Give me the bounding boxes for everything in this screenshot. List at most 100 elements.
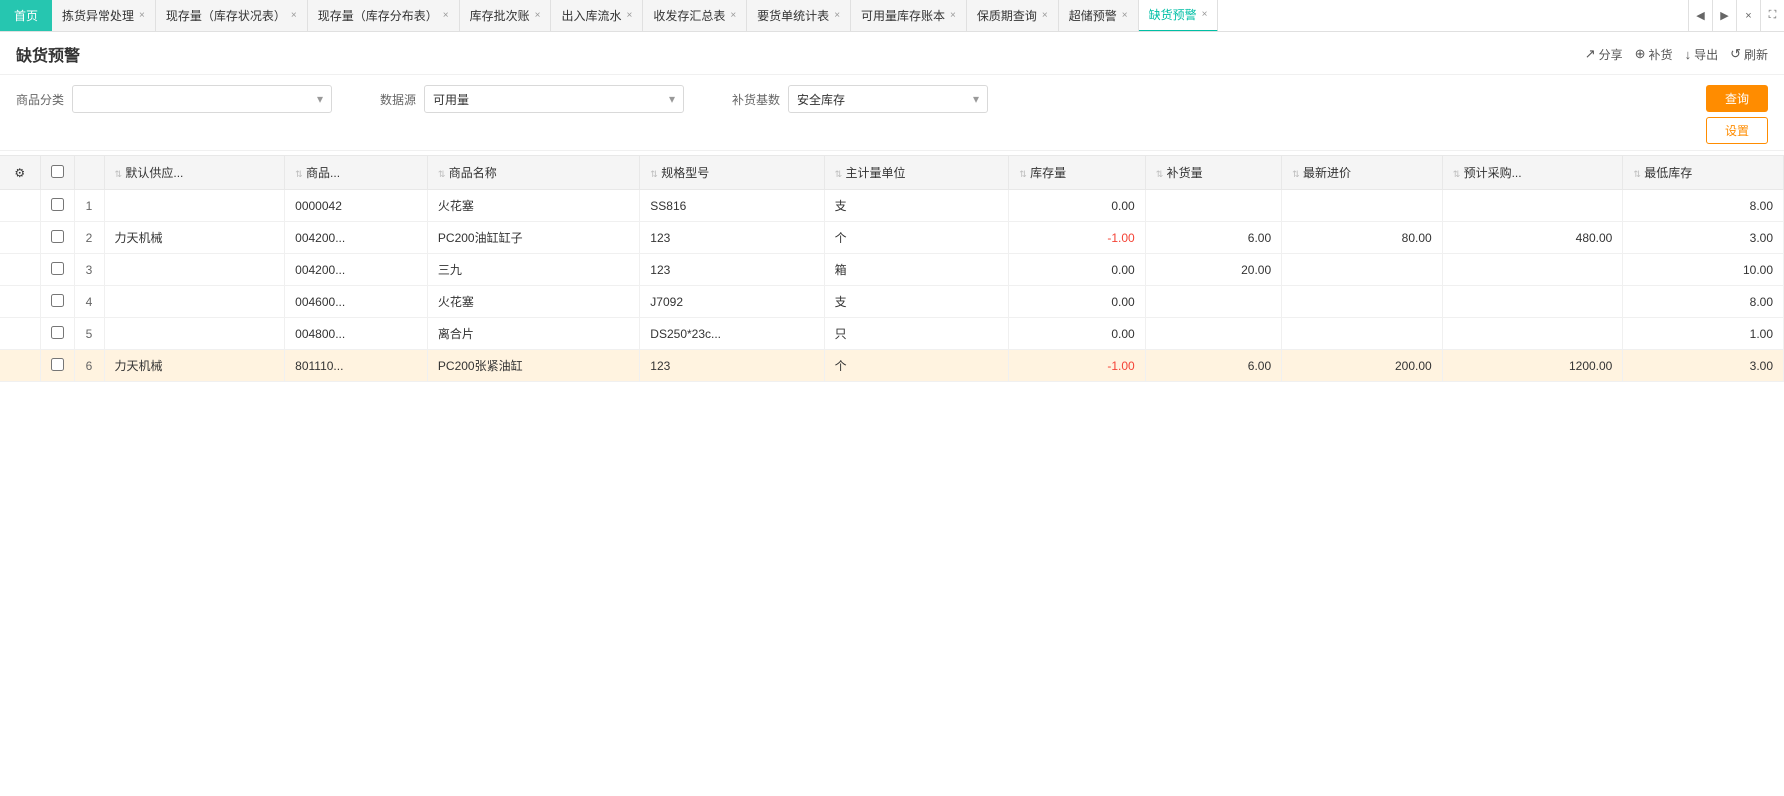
row-settings bbox=[0, 222, 40, 254]
tab-pick-error[interactable]: 拣货异常处理× bbox=[52, 0, 156, 32]
table-row: 2 力天机械 004200... PC200油缸缸子 123 个 -1.00 6… bbox=[0, 222, 1784, 254]
sort-icon: ⇅ bbox=[438, 169, 446, 179]
row-number: 4 bbox=[74, 286, 104, 318]
row-checkbox bbox=[40, 318, 74, 350]
tab-maximize-btn[interactable]: ⛶ bbox=[1760, 0, 1784, 32]
tab-close-icon[interactable]: × bbox=[950, 10, 956, 21]
row-checkbox bbox=[40, 350, 74, 382]
row-select-checkbox[interactable] bbox=[51, 358, 64, 371]
cell-latest-price bbox=[1282, 190, 1443, 222]
tab-close-icon[interactable]: × bbox=[730, 10, 736, 21]
tab-close-icon[interactable]: × bbox=[1202, 9, 1208, 20]
cell-product-name: 三九 bbox=[427, 254, 639, 286]
tab-close-icon[interactable]: × bbox=[1042, 10, 1048, 21]
cell-estimated-purchase: 480.00 bbox=[1442, 222, 1623, 254]
cell-stock: 0.00 bbox=[1009, 318, 1145, 350]
datasource-arrow-icon: ▾ bbox=[669, 92, 675, 106]
tab-recv-summary[interactable]: 收发存汇总表× bbox=[643, 0, 747, 32]
page-container: 缺货预警 ↗ 分享 ⊕ 补货 ↓ 导出 ↺ 刷新 商品分类 bbox=[0, 32, 1784, 796]
cell-product-code: 004600... bbox=[285, 286, 428, 318]
category-select[interactable]: ▾ bbox=[72, 85, 332, 113]
tab-close-icon[interactable]: × bbox=[443, 10, 449, 21]
tab-stock-flow[interactable]: 出入库流水× bbox=[551, 0, 643, 32]
cell-min-stock: 8.00 bbox=[1623, 286, 1784, 318]
tab-close-icon[interactable]: × bbox=[535, 10, 541, 21]
row-settings bbox=[0, 350, 40, 382]
replenish-base-label: 补货基数 bbox=[732, 91, 780, 108]
tab-stock-status[interactable]: 现存量（库存状况表）× bbox=[156, 0, 308, 32]
sort-icon: ⇅ bbox=[1292, 169, 1300, 179]
tab-order-stat[interactable]: 要货单统计表× bbox=[747, 0, 851, 32]
select-all-checkbox[interactable] bbox=[51, 165, 64, 178]
sort-icon: ⇅ bbox=[115, 169, 123, 179]
sort-icon: ⇅ bbox=[1453, 169, 1461, 179]
row-select-checkbox[interactable] bbox=[51, 294, 64, 307]
cell-unit: 个 bbox=[824, 222, 1009, 254]
col-default-supplier: ⇅ 默认供应... bbox=[104, 156, 285, 190]
tab-label: 缺货预警 bbox=[1149, 6, 1197, 23]
datasource-filter: 数据源 可用量 ▾ bbox=[380, 85, 684, 113]
datasource-value: 可用量 bbox=[433, 91, 469, 108]
cell-product-name: PC200张紧油缸 bbox=[427, 350, 639, 382]
cell-default-supplier bbox=[104, 190, 285, 222]
replenish-label: 补货 bbox=[1649, 46, 1673, 63]
cell-default-supplier bbox=[104, 254, 285, 286]
share-button[interactable]: ↗ 分享 bbox=[1585, 46, 1623, 63]
query-button[interactable]: 查询 bbox=[1706, 85, 1768, 112]
tab-close-icon[interactable]: × bbox=[1122, 10, 1128, 21]
row-select-checkbox[interactable] bbox=[51, 230, 64, 243]
cell-estimated-purchase bbox=[1442, 286, 1623, 318]
col-checkbox bbox=[40, 156, 74, 190]
row-number: 1 bbox=[74, 190, 104, 222]
tab-avail-book[interactable]: 可用量库存账本× bbox=[851, 0, 967, 32]
tab-next-btn[interactable]: ▶ bbox=[1712, 0, 1736, 32]
tab-close-all-btn[interactable]: × bbox=[1736, 0, 1760, 32]
tab-stock-batch[interactable]: 库存批次账× bbox=[460, 0, 552, 32]
row-select-checkbox[interactable] bbox=[51, 198, 64, 211]
col-estimated-purchase: ⇅ 预计采购... bbox=[1442, 156, 1623, 190]
gear-icon[interactable]: ⚙ bbox=[14, 166, 25, 180]
tab-home[interactable]: 首页 bbox=[0, 0, 52, 32]
table-body: 1 0000042 火花塞 SS816 支 0.00 8.00 2 力天机械 0… bbox=[0, 190, 1784, 382]
table-row: 6 力天机械 801110... PC200张紧油缸 123 个 -1.00 6… bbox=[0, 350, 1784, 382]
tab-close-icon[interactable]: × bbox=[834, 10, 840, 21]
row-settings bbox=[0, 190, 40, 222]
cell-product-code: 004200... bbox=[285, 222, 428, 254]
tab-expire-query[interactable]: 保质期查询× bbox=[967, 0, 1059, 32]
tab-prev-btn[interactable]: ◀ bbox=[1688, 0, 1712, 32]
cell-spec: 123 bbox=[640, 254, 824, 286]
cell-min-stock: 1.00 bbox=[1623, 318, 1784, 350]
tab-shortage[interactable]: 缺货预警 × bbox=[1139, 0, 1219, 32]
col-spec: ⇅ 规格型号 bbox=[640, 156, 824, 190]
cell-min-stock: 8.00 bbox=[1623, 190, 1784, 222]
cell-stock: 0.00 bbox=[1009, 190, 1145, 222]
row-checkbox bbox=[40, 286, 74, 318]
cell-unit: 只 bbox=[824, 318, 1009, 350]
tab-stock-dist[interactable]: 现存量（库存分布表）× bbox=[308, 0, 460, 32]
datasource-select[interactable]: 可用量 ▾ bbox=[424, 85, 684, 113]
page-header: 缺货预警 ↗ 分享 ⊕ 补货 ↓ 导出 ↺ 刷新 bbox=[0, 32, 1784, 75]
cell-replenish-qty bbox=[1145, 286, 1281, 318]
row-select-checkbox[interactable] bbox=[51, 326, 64, 339]
replenish-button[interactable]: ⊕ 补货 bbox=[1635, 46, 1673, 63]
cell-replenish-qty: 6.00 bbox=[1145, 222, 1281, 254]
tab-close-icon[interactable]: × bbox=[626, 10, 632, 21]
category-label: 商品分类 bbox=[16, 91, 64, 108]
share-icon: ↗ bbox=[1585, 46, 1596, 62]
cell-unit: 支 bbox=[824, 190, 1009, 222]
row-number: 6 bbox=[74, 350, 104, 382]
replenish-base-select[interactable]: 安全库存 ▾ bbox=[788, 85, 988, 113]
tab-close-icon[interactable]: × bbox=[139, 10, 145, 21]
row-number: 2 bbox=[74, 222, 104, 254]
export-button[interactable]: ↓ 导出 bbox=[1685, 46, 1719, 63]
cell-min-stock: 3.00 bbox=[1623, 350, 1784, 382]
cell-latest-price: 80.00 bbox=[1282, 222, 1443, 254]
tab-overstock[interactable]: 超储预警× bbox=[1059, 0, 1139, 32]
col-row-num bbox=[74, 156, 104, 190]
refresh-button[interactable]: ↺ 刷新 bbox=[1730, 46, 1768, 63]
tab-bar: 首页 拣货异常处理×现存量（库存状况表）×现存量（库存分布表）×库存批次账×出入… bbox=[0, 0, 1784, 32]
tab-close-icon[interactable]: × bbox=[291, 10, 297, 21]
row-select-checkbox[interactable] bbox=[51, 262, 64, 275]
settings-button[interactable]: 设置 bbox=[1706, 117, 1768, 144]
header-row: ⚙ ⇅ 默认供应... ⇅ 商品... ⇅ bbox=[0, 156, 1784, 190]
